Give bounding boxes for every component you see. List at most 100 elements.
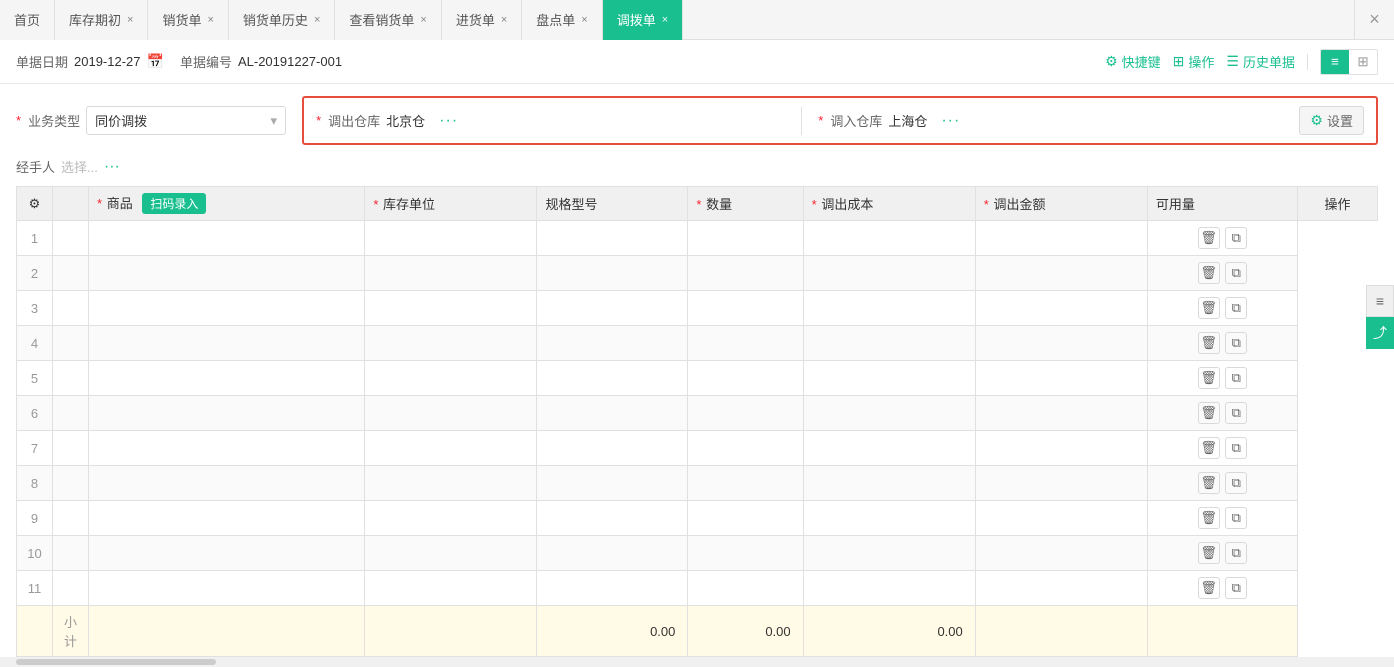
row-1-copy-button[interactable]: ⧉ <box>1225 227 1247 249</box>
row-1-qty[interactable] <box>537 221 688 256</box>
col-cost-label: 调出成本 <box>821 197 873 212</box>
settings-label: 设置 <box>1327 111 1353 130</box>
row-6-delete-button[interactable]: 🗑 <box>1198 402 1220 424</box>
tab-inventory[interactable]: 盘点单 × <box>522 0 602 40</box>
subtotal-label: 小计 <box>53 606 89 657</box>
shortcut-button[interactable]: ⚙ 快捷键 <box>1105 52 1161 71</box>
ops-button[interactable]: ⊞ 操作 <box>1173 52 1215 71</box>
row-10-copy-button[interactable]: ⧉ <box>1225 542 1247 564</box>
row-2-delete-button[interactable]: 🗑 <box>1198 262 1220 284</box>
history-icon: ☰ <box>1226 53 1239 70</box>
row-7-delete-button[interactable]: 🗑 <box>1198 437 1220 459</box>
doc-date-label: 单据日期 <box>16 52 68 71</box>
person-select[interactable]: 选择... <box>61 157 98 176</box>
col-goods: * 商品 扫码录入 <box>89 187 365 221</box>
row-5-copy-button[interactable]: ⧉ <box>1225 367 1247 389</box>
row-1-cost[interactable] <box>688 221 803 256</box>
panel-export-button[interactable]: ⤴ <box>1366 317 1394 349</box>
col-ops-label: 操作 <box>1324 197 1350 212</box>
row-7-copy-button[interactable]: ⧉ <box>1225 437 1247 459</box>
out-warehouse-more-icon[interactable]: ··· <box>439 112 458 130</box>
row-1-delete-button[interactable]: 🗑 <box>1198 227 1220 249</box>
horizontal-scrollbar[interactable] <box>0 657 1394 667</box>
view-toggle: ≡ ⊞ <box>1320 49 1378 75</box>
row-8-delete-button[interactable]: 🗑 <box>1198 472 1220 494</box>
table-row: 9 🗑 ⧉ <box>17 501 1378 536</box>
doc-no-value: AL-20191227-001 <box>238 54 342 69</box>
tab-home[interactable]: 首页 <box>0 0 55 40</box>
subtotal-cost: 0.00 <box>688 606 803 657</box>
row-11-delete-button[interactable]: 🗑 <box>1198 577 1220 599</box>
person-label: 经手人 <box>16 157 55 176</box>
table-row: 6 🗑 ⧉ <box>17 396 1378 431</box>
row-9-delete-button[interactable]: 🗑 <box>1198 507 1220 529</box>
col-settings-icon[interactable]: ⚙ <box>29 196 41 211</box>
tab-opening[interactable]: 库存期初 × <box>55 0 148 40</box>
row-2-cost[interactable] <box>688 256 803 291</box>
tab-sales-history-close[interactable]: × <box>314 14 320 26</box>
business-type-label: 业务类型 <box>28 111 80 130</box>
row-2-amount[interactable] <box>803 256 975 291</box>
row-1-spec[interactable] <box>365 221 537 256</box>
history-button[interactable]: ☰ 历史单据 <box>1226 52 1295 71</box>
row-1-goods[interactable] <box>53 221 89 256</box>
row-8-copy-button[interactable]: ⧉ <box>1225 472 1247 494</box>
tab-opening-label: 库存期初 <box>69 10 121 29</box>
table-row: 4 🗑 ⧉ <box>17 326 1378 361</box>
row-2-available[interactable] <box>975 256 1147 291</box>
col-qty-label: 数量 <box>706 197 732 212</box>
scan-button[interactable]: 扫码录入 <box>142 193 206 214</box>
row-1-available[interactable] <box>975 221 1147 256</box>
business-type-select[interactable]: 同价调拨 ▾ <box>86 106 286 135</box>
tab-incoming-close[interactable]: × <box>501 14 507 26</box>
subtotal-qty: 0.00 <box>537 606 688 657</box>
row-2-qty[interactable] <box>537 256 688 291</box>
row-1-num: 1 <box>17 221 53 256</box>
person-more-icon[interactable]: ··· <box>104 158 120 176</box>
tab-transfer-close[interactable]: × <box>662 14 668 26</box>
tab-sales-history[interactable]: 销货单历史 × <box>229 0 335 40</box>
table-body: 1 🗑 ⧉ 2 <box>17 221 1378 657</box>
row-4-copy-button[interactable]: ⧉ <box>1225 332 1247 354</box>
doc-date-value: 2019-12-27 <box>74 54 141 69</box>
row-10-delete-button[interactable]: 🗑 <box>1198 542 1220 564</box>
tab-transfer[interactable]: 调拨单 × <box>603 0 683 40</box>
row-6-copy-button[interactable]: ⧉ <box>1225 402 1247 424</box>
col-spec: 规格型号 <box>537 187 688 221</box>
tab-sales[interactable]: 销货单 × <box>148 0 228 40</box>
row-5-delete-button[interactable]: 🗑 <box>1198 367 1220 389</box>
tab-view-sales-close[interactable]: × <box>420 14 426 26</box>
row-9-copy-button[interactable]: ⧉ <box>1225 507 1247 529</box>
scrollbar-thumb[interactable] <box>16 659 216 665</box>
row-3-delete-button[interactable]: 🗑 <box>1198 297 1220 319</box>
col-unit: * 库存单位 <box>365 187 537 221</box>
close-all-tabs-button[interactable]: × <box>1354 0 1394 40</box>
row-2-unit[interactable] <box>89 256 365 291</box>
tab-inventory-close[interactable]: × <box>581 14 587 26</box>
settings-button[interactable]: ⚙ 设置 <box>1299 106 1364 135</box>
calendar-icon[interactable]: 📅 <box>147 53 164 70</box>
business-type-value: 同价调拨 <box>95 111 147 130</box>
doc-date-field: 单据日期 2019-12-27 📅 <box>16 52 164 71</box>
form-row-1: * 业务类型 同价调拨 ▾ * 调出仓库 北京仓 ··· * 调入仓库 上海仓 … <box>16 96 1378 145</box>
row-4-delete-button[interactable]: 🗑 <box>1198 332 1220 354</box>
doc-no-label: 单据编号 <box>180 52 232 71</box>
row-11-copy-button[interactable]: ⧉ <box>1225 577 1247 599</box>
tab-opening-close[interactable]: × <box>127 14 133 26</box>
items-table: ⚙ * 商品 扫码录入 * 库存单位 规格型号 * 数量 <box>16 186 1378 657</box>
row-2-spec[interactable] <box>365 256 537 291</box>
panel-list-button[interactable]: ≡ <box>1366 285 1394 317</box>
tab-view-sales[interactable]: 查看销货单 × <box>335 0 441 40</box>
row-2-goods[interactable] <box>53 256 89 291</box>
row-1-amount[interactable] <box>803 221 975 256</box>
grid-view-button[interactable]: ⊞ <box>1349 50 1377 74</box>
row-2-copy-button[interactable]: ⧉ <box>1225 262 1247 284</box>
in-wh-required: * <box>818 113 823 128</box>
row-1-unit[interactable] <box>89 221 365 256</box>
settings-gear-icon: ⚙ <box>1310 112 1323 129</box>
tab-incoming[interactable]: 进货单 × <box>442 0 522 40</box>
tab-sales-close[interactable]: × <box>207 14 213 26</box>
list-view-button[interactable]: ≡ <box>1321 50 1349 74</box>
in-warehouse-more-icon[interactable]: ··· <box>941 112 960 130</box>
row-3-copy-button[interactable]: ⧉ <box>1225 297 1247 319</box>
